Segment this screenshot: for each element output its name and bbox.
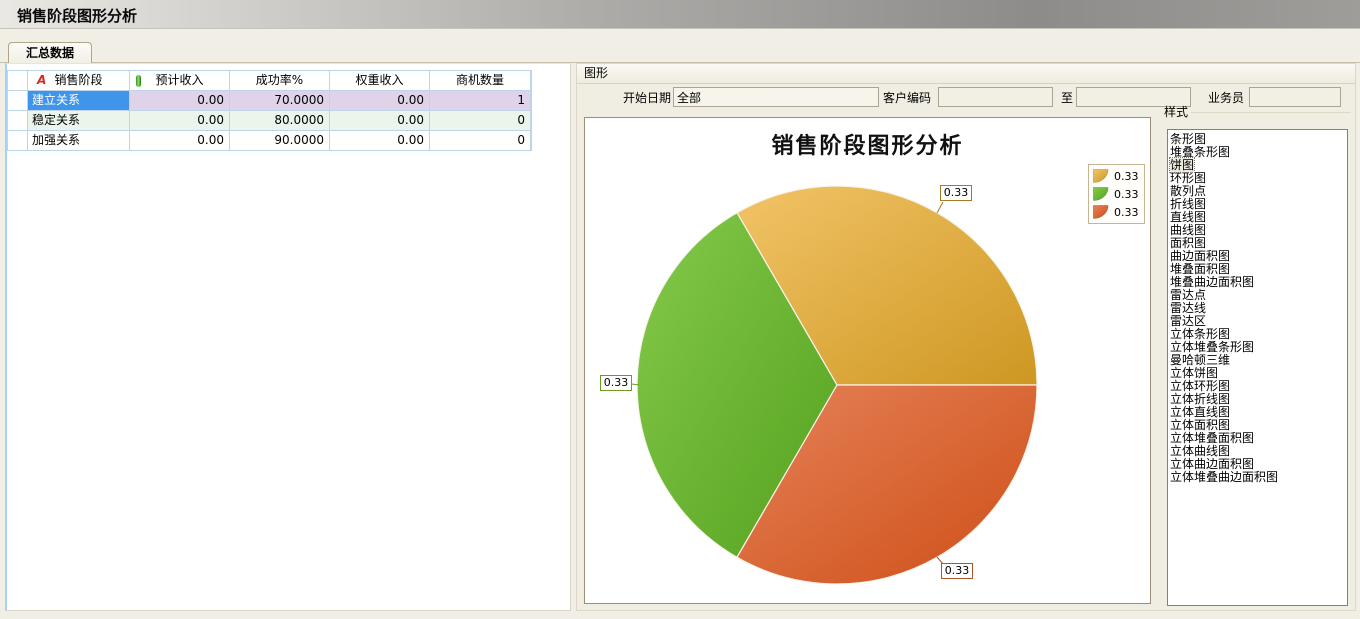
table-cell[interactable]: 0 [430,111,531,131]
legend-swatch-red-icon [1093,205,1109,219]
slice-label-green: 0.33 [600,375,632,391]
style-group-line [1191,112,1351,113]
slice-label-amber: 0.33 [940,185,972,201]
table-cell[interactable]: 0.00 [130,131,230,151]
table-cell[interactable]: 1 [430,91,531,111]
header-expected[interactable]: 预计收入 [130,71,230,91]
slice-label-red: 0.33 [941,563,973,579]
grid-header-row: A 销售阶段 预计收入 成功率% 权重收入 商机数量 [8,71,531,91]
header-indicator-cell[interactable] [8,71,28,91]
legend-item: 0.33 [1093,185,1144,203]
header-stage[interactable]: A 销售阶段 [28,71,130,91]
header-weighted[interactable]: 权重收入 [330,71,430,91]
legend-swatch-green-icon [1093,187,1109,201]
style-list-item[interactable]: 立体堆叠曲边面积图 [1170,471,1347,484]
title-bar: 销售阶段图形分析 [0,0,1360,29]
header-expected-label: 预计收入 [155,73,203,87]
table-cell[interactable]: 0 [430,131,531,151]
table-cell[interactable]: 0.00 [330,131,430,151]
graph-panel-header: 图形 [577,64,1355,84]
field-type-icon [136,75,141,87]
style-panel-title: 样式 [1164,105,1188,119]
table-cell[interactable]: 0.00 [330,91,430,111]
legend-item: 0.33 [1093,203,1144,221]
header-success-label: 成功率% [256,73,303,87]
table-cell[interactable]: 90.0000 [230,131,330,151]
table-row[interactable]: 加强关系0.0090.00000.000 [8,131,531,151]
table-row[interactable]: 稳定关系0.0080.00000.000 [8,111,531,131]
legend-label: 0.33 [1114,206,1139,219]
customer-code-label: 客户编码 [883,91,931,105]
customer-code-input[interactable] [938,87,1053,107]
header-success[interactable]: 成功率% [230,71,330,91]
row-indicator-cell[interactable] [8,131,28,151]
table-cell[interactable]: 70.0000 [230,91,330,111]
sales-stage-grid: A 销售阶段 预计收入 成功率% 权重收入 商机数量 建立关系0.0070.00… [7,70,532,151]
legend-label: 0.33 [1114,188,1139,201]
legend-label: 0.33 [1114,170,1139,183]
sort-a-icon: A [37,74,46,87]
start-date-input[interactable] [673,87,879,107]
header-weighted-label: 权重收入 [355,73,403,87]
style-listbox[interactable]: 条形图堆叠条形图饼图环形图散列点折线图直线图曲线图面积图曲边面积图堆叠面积图堆叠… [1167,129,1348,606]
start-date-label: 开始日期 [623,91,671,105]
table-cell[interactable]: 加强关系 [28,131,130,151]
chart-legend: 0.33 0.33 0.33 [1088,164,1145,224]
range-to-input[interactable] [1076,87,1191,107]
page-title: 销售阶段图形分析 [17,5,137,26]
row-indicator-cell[interactable] [8,111,28,131]
pie-chart [585,118,1152,605]
range-to-label: 至 [1061,91,1073,105]
legend-item: 0.33 [1093,167,1144,185]
table-cell[interactable]: 建立关系 [28,91,130,111]
graph-panel: 图形 开始日期 客户编码 至 业务员 销售阶段图形分析 [576,63,1356,611]
salesman-input[interactable] [1249,87,1341,107]
style-list-item[interactable]: 堆叠条形图 [1170,146,1347,159]
table-cell[interactable]: 0.00 [330,111,430,131]
table-cell[interactable]: 稳定关系 [28,111,130,131]
table-row[interactable]: 建立关系0.0070.00000.001 [8,91,531,111]
table-cell[interactable]: 0.00 [130,91,230,111]
header-count[interactable]: 商机数量 [430,71,531,91]
header-count-label: 商机数量 [456,73,504,87]
grid-body: 建立关系0.0070.00000.001稳定关系0.0080.00000.000… [8,91,531,151]
row-indicator-cell[interactable] [8,91,28,111]
salesman-label: 业务员 [1208,91,1244,105]
header-stage-label: 销售阶段 [54,73,102,87]
tab-summary-data[interactable]: 汇总数据 [8,42,92,63]
callout-line-amber [937,202,943,213]
chart-area: 销售阶段图形分析 0.33 0.33 0.33 [584,117,1151,604]
table-cell[interactable]: 80.0000 [230,111,330,131]
legend-swatch-amber-icon [1093,169,1109,183]
summary-grid-panel: A 销售阶段 预计收入 成功率% 权重收入 商机数量 建立关系0.0070.00… [5,63,571,611]
table-cell[interactable]: 0.00 [130,111,230,131]
